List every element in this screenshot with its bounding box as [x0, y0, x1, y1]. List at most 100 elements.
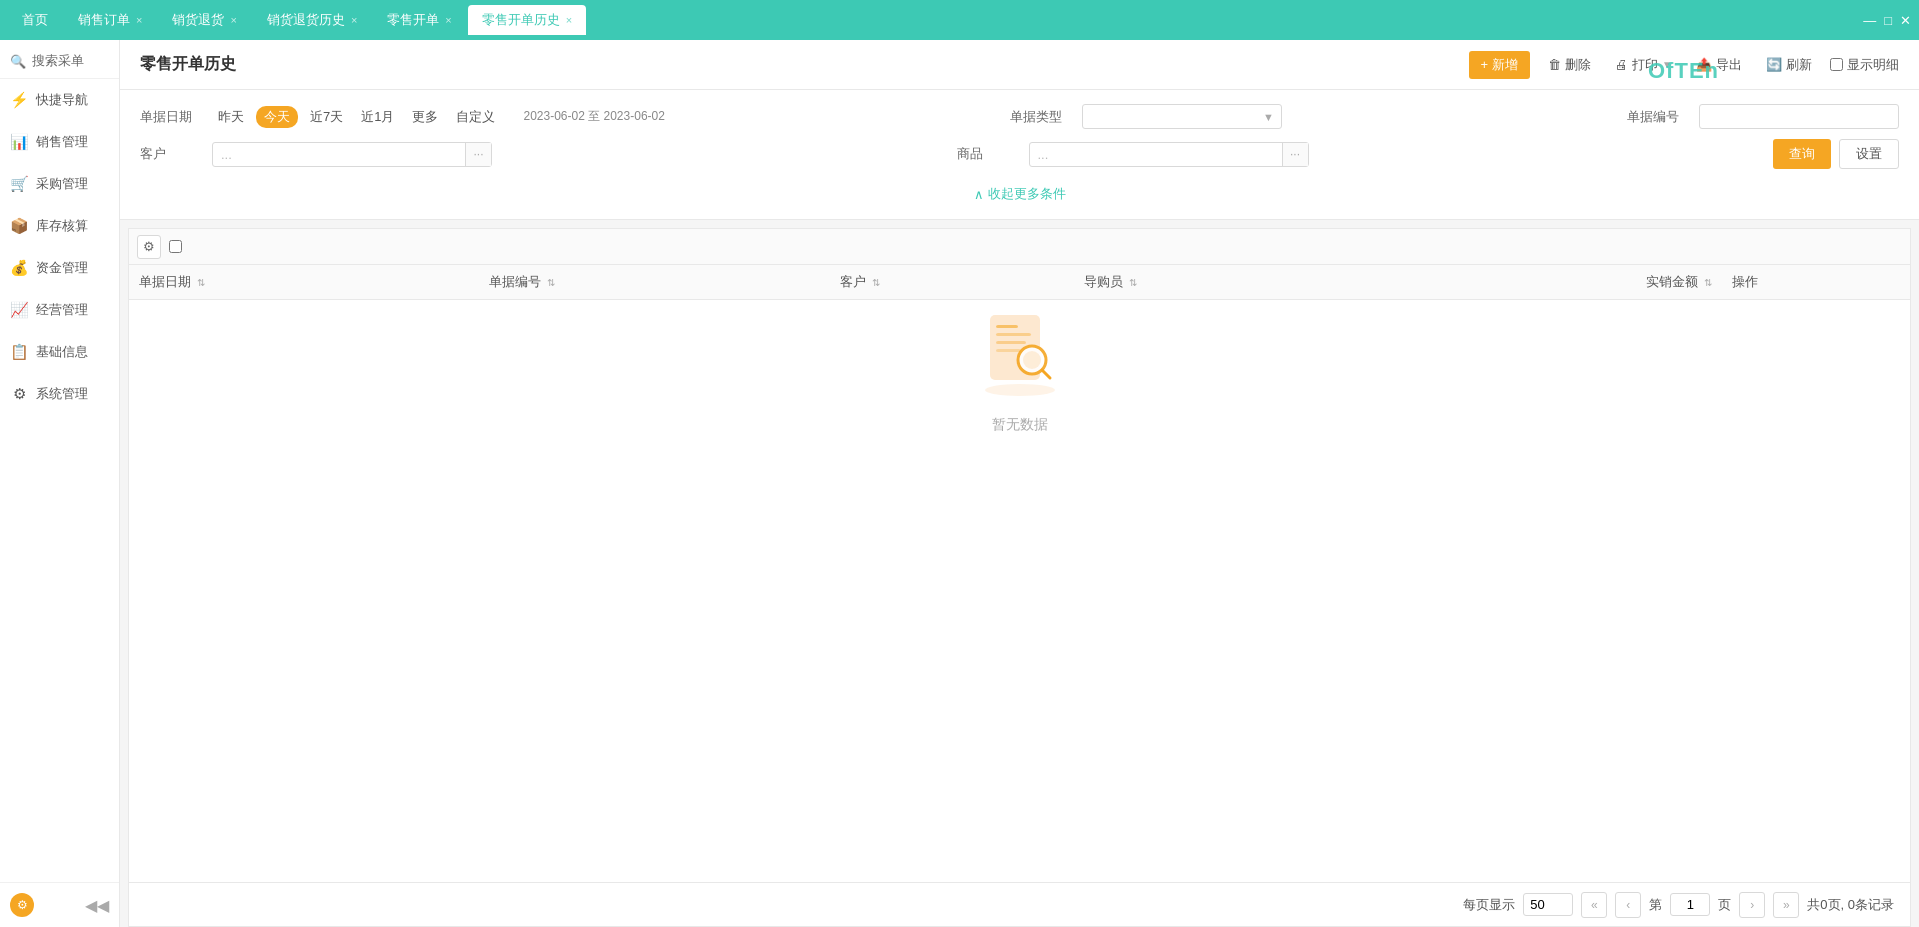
- sidebar-item-quick-nav[interactable]: ⚡ 快捷导航: [0, 79, 119, 121]
- col-guide-sort-icon[interactable]: ⇅: [1129, 277, 1137, 288]
- table-header-row: 单据日期 ⇅ 单据编号 ⇅ 客户 ⇅: [129, 265, 1910, 300]
- window-maximize[interactable]: □: [1884, 13, 1892, 28]
- show-detail-toggle[interactable]: 显示明细: [1830, 56, 1899, 74]
- date-opt-custom[interactable]: 自定义: [450, 106, 501, 128]
- collapse-more-btn[interactable]: ∧ 收起更多条件: [140, 179, 1899, 205]
- data-table: 单据日期 ⇅ 单据编号 ⇅ 客户 ⇅: [129, 265, 1910, 300]
- prev-page-btn[interactable]: ‹: [1615, 892, 1641, 918]
- add-button[interactable]: + 新增: [1469, 51, 1531, 79]
- inventory-icon: 📦: [10, 217, 28, 235]
- delete-button[interactable]: 🗑 删除: [1542, 52, 1597, 78]
- doc-type-select-wrapper: ▼: [1082, 104, 1282, 129]
- per-page-select[interactable]: 50 100 200: [1523, 893, 1573, 916]
- add-icon: +: [1481, 57, 1489, 72]
- current-page-input[interactable]: [1670, 893, 1710, 916]
- next-page-btn[interactable]: ›: [1739, 892, 1765, 918]
- table-settings-icon[interactable]: ⚙: [137, 235, 161, 259]
- finance-icon: 💰: [10, 259, 28, 277]
- tab-sales-return[interactable]: 销货退货 ×: [158, 5, 250, 35]
- svg-rect-4: [996, 341, 1026, 344]
- sidebar-item-sales-mgmt[interactable]: 📊 销售管理: [0, 121, 119, 163]
- tab-sales-return-close[interactable]: ×: [230, 14, 236, 26]
- sidebar-search[interactable]: 🔍 搜索采单: [0, 40, 119, 79]
- svg-rect-5: [996, 349, 1021, 352]
- svg-point-7: [1023, 351, 1041, 369]
- tab-sales-order[interactable]: 销售订单 ×: [64, 5, 156, 35]
- sidebar-item-system[interactable]: ⚙ 系统管理: [0, 373, 119, 415]
- goods-ellipsis-btn[interactable]: ···: [1282, 143, 1308, 166]
- sidebar-bottom: ⚙ ◀◀: [0, 882, 119, 927]
- tab-home-label: 首页: [22, 11, 48, 29]
- customer-input-wrapper: ... ···: [212, 142, 492, 167]
- tab-retail-open-history-label: 零售开单历史: [482, 11, 560, 29]
- query-button[interactable]: 查询: [1773, 139, 1831, 169]
- date-opt-yesterday[interactable]: 昨天: [212, 106, 250, 128]
- tab-retail-open-close[interactable]: ×: [445, 14, 451, 26]
- operations-icon: 📈: [10, 301, 28, 319]
- sidebar-item-finance-label: 资金管理: [36, 259, 88, 277]
- sidebar-item-finance[interactable]: 💰 资金管理: [0, 247, 119, 289]
- page-label: 第: [1649, 896, 1662, 914]
- refresh-label: 刷新: [1786, 56, 1812, 74]
- col-customer-sort-icon[interactable]: ⇅: [872, 277, 880, 288]
- tab-retail-open-history[interactable]: 零售开单历史 ×: [468, 5, 586, 35]
- empty-state: 暂无数据: [129, 300, 1910, 434]
- total-label: 共0页, 0条记录: [1807, 896, 1894, 914]
- doc-no-label: 单据编号: [1627, 108, 1683, 126]
- sidebar-item-inventory[interactable]: 📦 库存核算: [0, 205, 119, 247]
- add-label: 新增: [1492, 56, 1518, 74]
- first-page-btn[interactable]: «: [1581, 892, 1607, 918]
- sidebar-item-purchase-mgmt[interactable]: 🛒 采购管理: [0, 163, 119, 205]
- tab-sales-return-history-label: 销货退货历史: [267, 11, 345, 29]
- col-no-label: 单据编号: [489, 274, 541, 289]
- date-options: 昨天 今天 近7天 近1月 更多 自定义: [212, 106, 501, 128]
- tab-sales-return-label: 销货退货: [172, 11, 224, 29]
- refresh-button[interactable]: 🔄 刷新: [1760, 52, 1818, 78]
- sidebar: 🔍 搜索采单 ⚡ 快捷导航 📊 销售管理 🛒 采购管理 📦 库存核算 💰 资金管…: [0, 40, 120, 927]
- empty-illustration: [970, 300, 1070, 400]
- col-amount: 实销金额 ⇅: [1371, 265, 1721, 300]
- tab-sales-return-history[interactable]: 销货退货历史 ×: [253, 5, 371, 35]
- system-icon: ⚙: [10, 385, 28, 403]
- tab-retail-open-history-close[interactable]: ×: [566, 14, 572, 26]
- window-close[interactable]: ✕: [1900, 13, 1911, 28]
- date-opt-today[interactable]: 今天: [256, 106, 298, 128]
- export-label: 导出: [1716, 56, 1742, 74]
- col-no-sort-icon[interactable]: ⇅: [547, 277, 555, 288]
- tab-retail-open[interactable]: 零售开单 ×: [373, 5, 465, 35]
- pagination: 每页显示 50 100 200 « ‹ 第 页 › » 共0页, 0条记录: [129, 882, 1910, 926]
- col-amount-sort-icon[interactable]: ⇅: [1704, 277, 1712, 288]
- tab-sales-return-history-close[interactable]: ×: [351, 14, 357, 26]
- tab-sales-order-close[interactable]: ×: [136, 14, 142, 26]
- col-actions-label: 操作: [1732, 274, 1758, 289]
- delete-label: 删除: [1565, 56, 1591, 74]
- doc-type-select[interactable]: [1082, 104, 1282, 129]
- tab-home[interactable]: 首页: [8, 5, 62, 35]
- sidebar-item-operations[interactable]: 📈 经营管理: [0, 289, 119, 331]
- date-filter-label: 单据日期: [140, 108, 196, 126]
- window-minimize[interactable]: —: [1863, 13, 1876, 28]
- last-page-btn[interactable]: »: [1773, 892, 1799, 918]
- settings-icon-btn[interactable]: ⚙: [10, 893, 34, 917]
- customer-ellipsis-btn[interactable]: ···: [465, 143, 491, 166]
- chevron-up-icon: ∧: [974, 187, 984, 202]
- col-date-sort-icon[interactable]: ⇅: [197, 277, 205, 288]
- date-opt-7days[interactable]: 近7天: [304, 106, 349, 128]
- filter-row-1: 单据日期 昨天 今天 近7天 近1月 更多 自定义 2023-06-02 至 2…: [140, 104, 1899, 129]
- sidebar-item-quick-nav-label: 快捷导航: [36, 91, 88, 109]
- col-customer-label: 客户: [840, 274, 866, 289]
- doc-no-input[interactable]: [1699, 104, 1899, 129]
- select-all-checkbox[interactable]: [169, 240, 182, 253]
- date-opt-more[interactable]: 更多: [406, 106, 444, 128]
- show-detail-checkbox[interactable]: [1830, 58, 1843, 71]
- content-area: 零售开单历史 + 新增 🗑 删除 🖨 打印 ▼ 📤 导出: [120, 40, 1919, 927]
- table-toolbar: ⚙: [129, 229, 1910, 265]
- sidebar-item-basic-info[interactable]: 📋 基础信息: [0, 331, 119, 373]
- settings-button[interactable]: 设置: [1839, 139, 1899, 169]
- date-opt-1month[interactable]: 近1月: [355, 106, 400, 128]
- filter-area: 单据日期 昨天 今天 近7天 近1月 更多 自定义 2023-06-02 至 2…: [120, 90, 1919, 220]
- svg-rect-3: [996, 333, 1031, 336]
- sidebar-collapse-btn[interactable]: ◀◀: [85, 896, 109, 915]
- window-controls: — □ ✕: [1863, 13, 1911, 28]
- date-range-text: 2023-06-02 至 2023-06-02: [523, 108, 664, 125]
